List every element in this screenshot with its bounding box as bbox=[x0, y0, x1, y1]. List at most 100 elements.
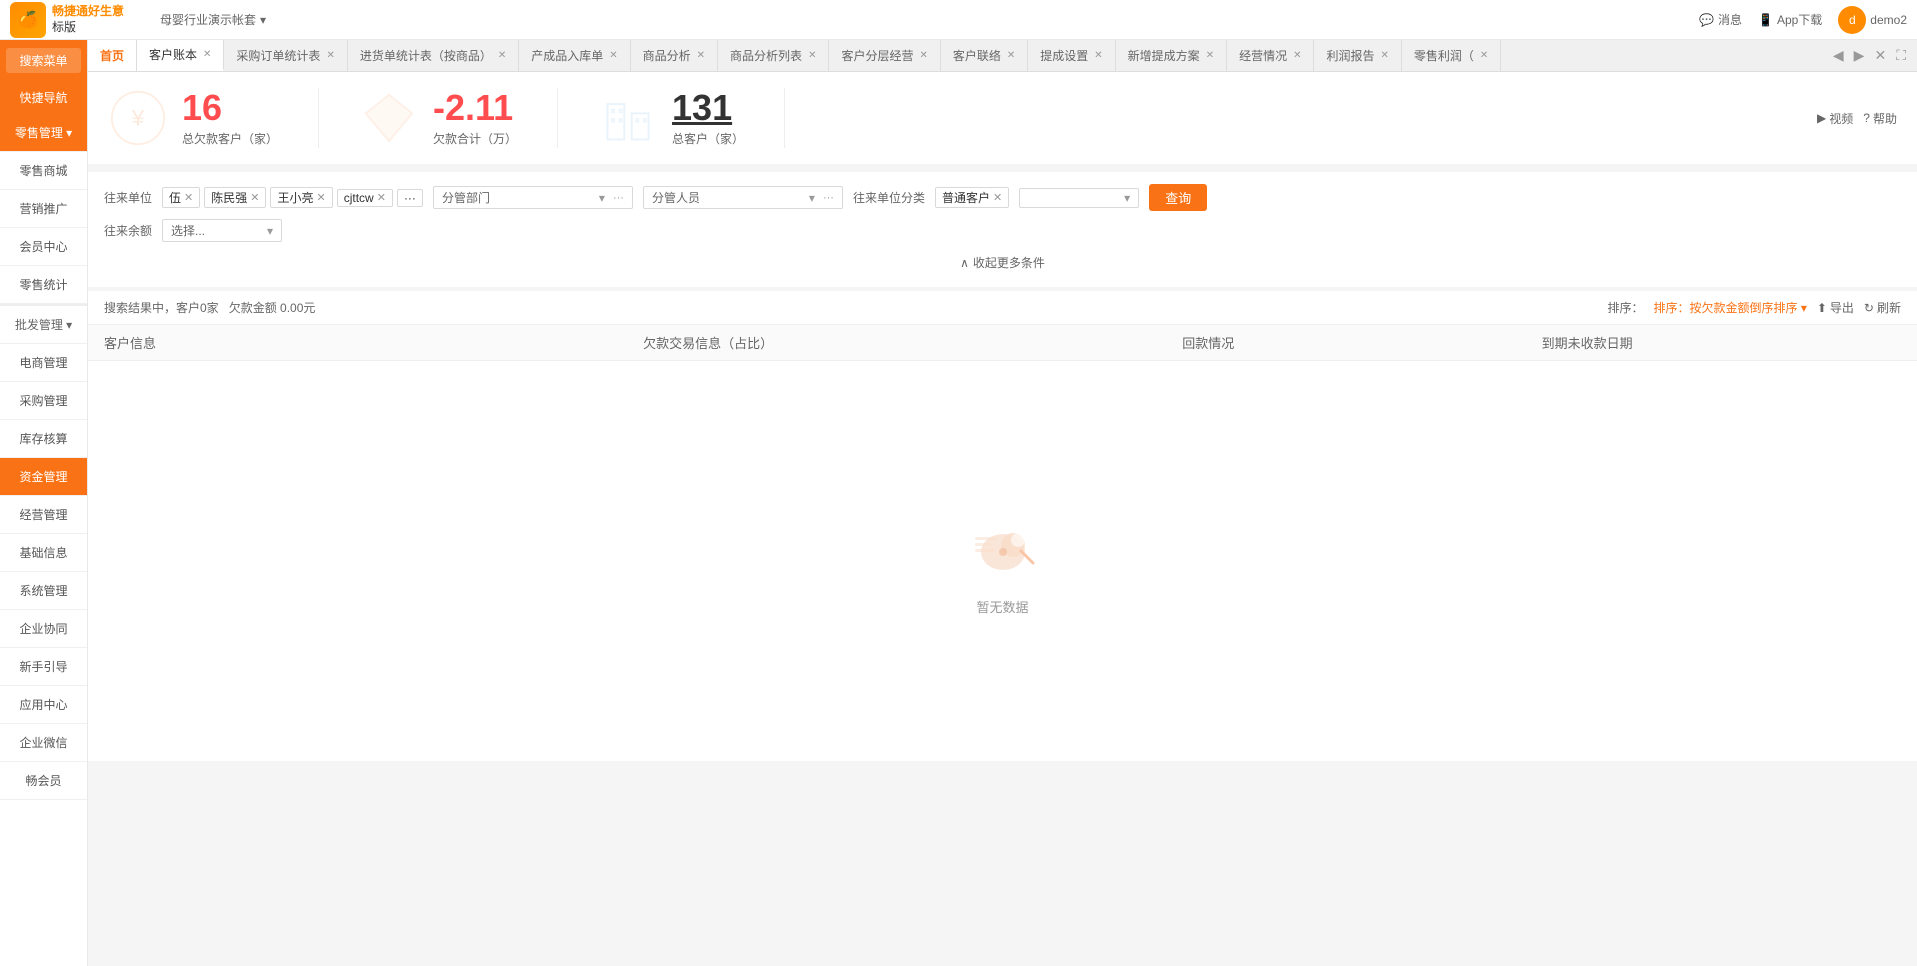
tab-bar: 首页 客户账本 ✕ 采购订单统计表 ✕ 进货单统计表（按商品） ✕ 产成品入库单… bbox=[88, 40, 1917, 72]
top-right-links: ▶ 视频 ? 帮助 bbox=[1817, 110, 1897, 127]
sidebar-item-system[interactable]: 系统管理 bbox=[0, 572, 87, 610]
filter-tag-wang: 王小亮 ✕ bbox=[270, 187, 332, 208]
diamond-icon bbox=[359, 88, 419, 148]
sidebar-item-ecommerce[interactable]: 电商管理 bbox=[0, 344, 87, 382]
col-customer-info: 客户信息 bbox=[104, 333, 643, 352]
tab-product-analysis-list[interactable]: 商品分析列表 ✕ bbox=[718, 40, 829, 71]
sidebar-item-inventory[interactable]: 库存核算 bbox=[0, 420, 87, 458]
tab-profit-report[interactable]: 利润报告 ✕ bbox=[1314, 40, 1401, 71]
sidebar-item-newcomer[interactable]: 新手引导 bbox=[0, 648, 87, 686]
data-table: 客户信息 欠款交易信息（占比） 回款情况 到期未收款日期 bbox=[88, 325, 1917, 761]
close-tab-product-analysis[interactable]: ✕ bbox=[697, 50, 705, 61]
close-tab-profit[interactable]: ✕ bbox=[1381, 50, 1389, 61]
remove-tag-normal[interactable]: ✕ bbox=[993, 191, 1002, 204]
tab-product-analysis[interactable]: 商品分析 ✕ bbox=[631, 40, 718, 71]
tab-close-all[interactable]: ✕ bbox=[1871, 47, 1889, 64]
sidebar-item-retail-mgmt[interactable]: 零售管理 ▾ bbox=[0, 114, 87, 152]
sidebar-item-retail-store[interactable]: 零售商城 bbox=[0, 152, 87, 190]
tab-customer-book[interactable]: 客户账本 ✕ bbox=[137, 40, 224, 71]
stats-row: ¥ 16 总欠款客户（家） bbox=[88, 72, 1917, 164]
sidebar-item-wechat[interactable]: 企业微信 bbox=[0, 724, 87, 762]
filter-tags-unit: 伍 ✕ 陈民强 ✕ 王小亮 ✕ cjttcw ✕ bbox=[162, 187, 423, 208]
sidebar-item-basic-info[interactable]: 基础信息 bbox=[0, 534, 87, 572]
tab-purchase-order[interactable]: 采购订单统计表 ✕ bbox=[224, 40, 347, 71]
table-header: 客户信息 欠款交易信息（占比） 回款情况 到期未收款日期 bbox=[88, 325, 1917, 361]
close-tab-retail-profit[interactable]: ✕ bbox=[1480, 50, 1488, 61]
total-customers-label: 总欠款客户（家） bbox=[182, 130, 278, 147]
tab-scroll-left[interactable]: ◀ bbox=[1830, 47, 1847, 64]
total-clients-number: 131 bbox=[672, 90, 744, 126]
tab-operations[interactable]: 经营情况 ✕ bbox=[1227, 40, 1314, 71]
sidebar-item-purchase[interactable]: 采购管理 bbox=[0, 382, 87, 420]
unit-type-select[interactable]: ▾ bbox=[1019, 188, 1139, 208]
close-tab-customer-contact[interactable]: ✕ bbox=[1007, 50, 1015, 61]
export-btn[interactable]: ⬆ 导出 bbox=[1817, 299, 1854, 316]
tab-promotion-settings[interactable]: 提成设置 ✕ bbox=[1028, 40, 1115, 71]
store-selector[interactable]: 母婴行业演示帐套 ▾ bbox=[160, 11, 266, 28]
close-tab-customer-segment[interactable]: ✕ bbox=[919, 50, 927, 61]
remove-tag-cjttcw[interactable]: ✕ bbox=[377, 191, 386, 204]
refresh-btn[interactable]: ↻ 刷新 bbox=[1864, 299, 1901, 316]
close-tab-incoming[interactable]: ✕ bbox=[498, 50, 506, 61]
debt-amount-label: 欠款合计（万） bbox=[433, 130, 517, 147]
filter-tag-normal-customer: 普通客户 ✕ bbox=[935, 187, 1009, 208]
results-debt: 欠款金额 0.00元 bbox=[229, 299, 316, 316]
tab-retail-profit[interactable]: 零售利润（ ✕ bbox=[1402, 40, 1501, 71]
close-tab-product-instock[interactable]: ✕ bbox=[609, 50, 617, 61]
remove-tag-chen[interactable]: ✕ bbox=[250, 191, 259, 204]
sort-select[interactable]: 排序：按欠款金额倒序排序 ▾ bbox=[1653, 299, 1806, 316]
logo-icon: 🍊 bbox=[10, 2, 46, 38]
tab-customer-contact[interactable]: 客户联络 ✕ bbox=[941, 40, 1028, 71]
debt-amount-number: -2.11 bbox=[433, 90, 517, 126]
sidebar-item-enterprise[interactable]: 企业协同 bbox=[0, 610, 87, 648]
close-tab-promotion[interactable]: ✕ bbox=[1094, 50, 1102, 61]
collapse-btn[interactable]: ∧ 收起更多条件 bbox=[104, 250, 1901, 275]
person-select[interactable]: 分管人员 ▾ ··· bbox=[643, 186, 843, 209]
stat-total-customers: ¥ 16 总欠款客户（家） bbox=[108, 88, 319, 148]
close-tab-purchase[interactable]: ✕ bbox=[326, 50, 334, 61]
remove-tag-wu[interactable]: ✕ bbox=[184, 191, 193, 204]
sidebar-item-wholesale[interactable]: 批发管理 ▾ bbox=[0, 304, 87, 344]
message-btn[interactable]: 💬 消息 bbox=[1699, 11, 1742, 28]
unit-label: 往来单位 bbox=[104, 189, 152, 206]
tab-new-promotion[interactable]: 新增提成方案 ✕ bbox=[1116, 40, 1227, 71]
balance-select[interactable]: 选择... ▾ bbox=[162, 219, 282, 242]
tab-maximize[interactable]: ⛶ bbox=[1893, 47, 1909, 64]
close-tab-new-promotion[interactable]: ✕ bbox=[1206, 50, 1214, 61]
dept-select[interactable]: 分管部门 ▾ ··· bbox=[433, 186, 633, 209]
balance-label: 往来余额 bbox=[104, 222, 152, 239]
total-clients-label: 总客户（家） bbox=[672, 130, 744, 147]
avatar: d bbox=[1838, 6, 1866, 34]
sidebar-item-app-center[interactable]: 应用中心 bbox=[0, 686, 87, 724]
video-link[interactable]: ▶ 视频 bbox=[1817, 110, 1853, 127]
tab-incoming-stats[interactable]: 进货单统计表（按商品） ✕ bbox=[348, 40, 519, 71]
app-download-btn[interactable]: 📱 App下载 bbox=[1758, 11, 1822, 28]
sidebar-item-finance[interactable]: 资金管理 bbox=[0, 458, 87, 496]
help-link[interactable]: ? 帮助 bbox=[1863, 110, 1897, 127]
tab-customer-segment[interactable]: 客户分层经营 ✕ bbox=[829, 40, 940, 71]
sidebar-item-marketing[interactable]: 营销推广 bbox=[0, 190, 87, 228]
close-tab-operations[interactable]: ✕ bbox=[1293, 50, 1301, 61]
total-customers-number: 16 bbox=[182, 90, 278, 126]
money-circle-icon: ¥ bbox=[108, 88, 168, 148]
col-due-date: 到期未收款日期 bbox=[1542, 333, 1901, 352]
sidebar-item-operations[interactable]: 经营管理 bbox=[0, 496, 87, 534]
remove-tag-wang[interactable]: ✕ bbox=[317, 191, 326, 204]
sidebar-item-retail-stats[interactable]: 零售统计 bbox=[0, 266, 87, 304]
quick-nav-btn[interactable]: 快捷导航 bbox=[0, 81, 87, 114]
close-tab-customer-book[interactable]: ✕ bbox=[203, 49, 211, 60]
filter-row-1: 往来单位 伍 ✕ 陈民强 ✕ 王小亮 ✕ bbox=[104, 184, 1901, 211]
more-tags-btn[interactable]: ··· bbox=[397, 189, 423, 207]
search-menu-btn[interactable]: 搜索菜单 bbox=[6, 48, 81, 73]
tab-home[interactable]: 首页 bbox=[88, 40, 137, 71]
query-button[interactable]: 查询 bbox=[1149, 184, 1207, 211]
sidebar-search[interactable]: 搜索菜单 bbox=[0, 40, 87, 81]
tab-product-instock[interactable]: 产成品入库单 ✕ bbox=[519, 40, 630, 71]
tab-scroll-right[interactable]: ▶ bbox=[1851, 47, 1868, 64]
table-body: 暂无数据 bbox=[88, 361, 1917, 761]
user-menu[interactable]: d demo2 bbox=[1838, 6, 1907, 34]
close-tab-product-list[interactable]: ✕ bbox=[808, 50, 816, 61]
sidebar-item-vip[interactable]: 畅会员 bbox=[0, 762, 87, 800]
stat-info-debt: -2.11 欠款合计（万） bbox=[433, 90, 517, 147]
sidebar-item-membership[interactable]: 会员中心 bbox=[0, 228, 87, 266]
